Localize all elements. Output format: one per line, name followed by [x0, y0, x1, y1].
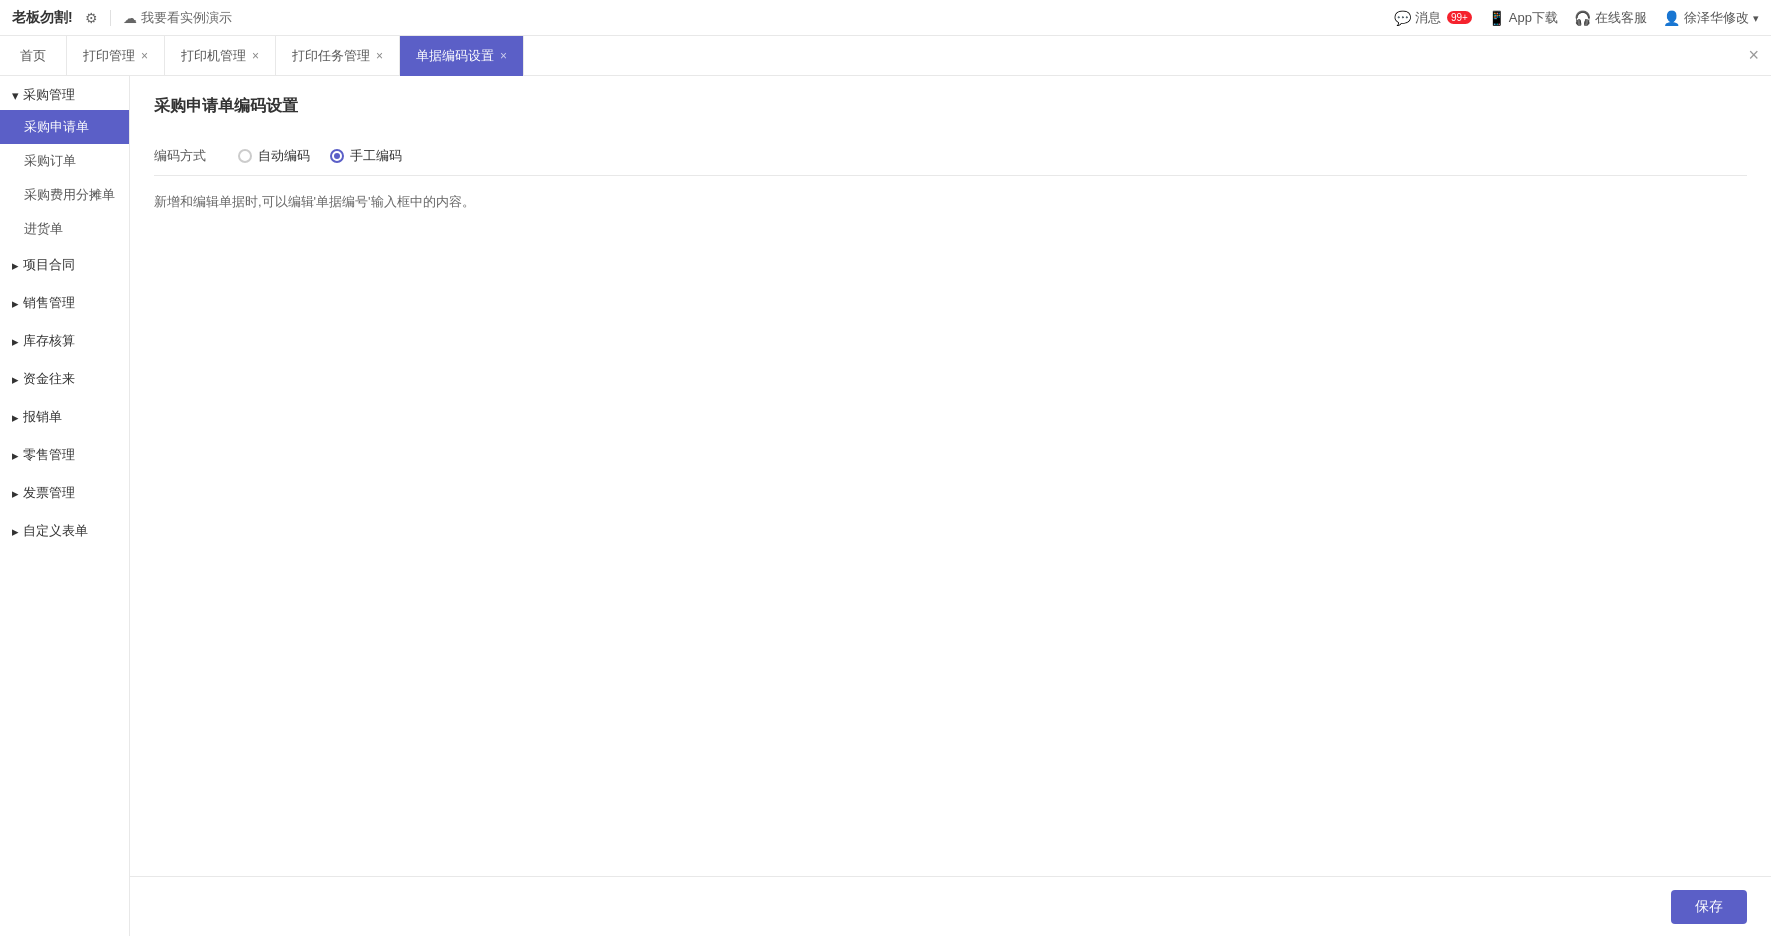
arrow-right-icon	[12, 372, 19, 387]
close-tab-print-mgmt[interactable]	[141, 49, 148, 63]
sidebar-group-project-contract[interactable]: 项目合同	[0, 246, 129, 284]
online-service-button[interactable]: 在线客服	[1574, 9, 1647, 27]
sidebar-item-purchase-expense[interactable]: 采购费用分摊单	[0, 178, 129, 212]
arrow-right-icon	[12, 524, 19, 539]
sidebar-item-purchase-order[interactable]: 采购订单	[0, 144, 129, 178]
main-layout: 采购管理 采购申请单 采购订单 采购费用分摊单 进货单 项目合同 销售管理 库存…	[0, 76, 1771, 936]
encoding-label: 编码方式	[154, 147, 214, 165]
close-tab-barcode-setting[interactable]	[500, 49, 507, 63]
radio-circle-auto	[238, 149, 252, 163]
sidebar-item-stock-in[interactable]: 进货单	[0, 212, 129, 246]
user-icon	[1663, 10, 1680, 26]
sidebar-group-invoice[interactable]: 发票管理	[0, 474, 129, 512]
close-tab-print-task[interactable]	[376, 49, 383, 63]
content-inner: 采购申请单编码设置 编码方式 自动编码 手工编码	[130, 76, 1771, 876]
content-footer: 保存	[130, 876, 1771, 936]
top-bar: 老板勿割! 我要看实例演示 消息 99+ App下载 在线客服 徐泽华修改	[0, 0, 1771, 36]
arrow-right-icon	[12, 448, 19, 463]
close-tab-printer-mgmt[interactable]	[252, 49, 259, 63]
tab-bar: 首页 打印管理 打印机管理 打印任务管理 单据编码设置 ×	[0, 36, 1771, 76]
page-title: 采购申请单编码设置	[154, 96, 1747, 117]
encoding-method-row: 编码方式 自动编码 手工编码	[154, 137, 1747, 176]
message-icon	[1394, 10, 1411, 26]
app-logo: 老板勿割!	[12, 9, 73, 27]
close-all-tabs-button[interactable]: ×	[1748, 45, 1759, 66]
service-icon	[1574, 10, 1591, 26]
arrow-down-icon	[12, 88, 19, 103]
tab-home[interactable]: 首页	[0, 36, 67, 76]
user-menu[interactable]: 徐泽华修改	[1663, 9, 1759, 27]
app-icon	[1488, 10, 1505, 26]
radio-circle-manual	[330, 149, 344, 163]
radio-manual-encoding[interactable]: 手工编码	[330, 147, 402, 165]
sidebar-group-retail[interactable]: 零售管理	[0, 436, 129, 474]
cloud-icon	[123, 10, 137, 26]
app-download-button[interactable]: App下载	[1488, 9, 1558, 27]
sidebar-group-sales-mgmt[interactable]: 销售管理	[0, 284, 129, 322]
radio-auto-encoding[interactable]: 自动编码	[238, 147, 310, 165]
encoding-radio-group: 自动编码 手工编码	[238, 147, 402, 165]
tab-print-task[interactable]: 打印任务管理	[276, 36, 400, 76]
sidebar-group-returns[interactable]: 报销单	[0, 398, 129, 436]
hint-text: 新增和编辑单据时,可以编辑'单据编号'输入框中的内容。	[154, 192, 1747, 213]
top-bar-right: 消息 99+ App下载 在线客服 徐泽华修改	[1394, 9, 1759, 27]
message-badge: 99+	[1447, 11, 1472, 24]
sidebar-group-fund[interactable]: 资金往来	[0, 360, 129, 398]
sidebar-group-inventory[interactable]: 库存核算	[0, 322, 129, 360]
arrow-right-icon	[12, 296, 19, 311]
sidebar-item-purchase-request[interactable]: 采购申请单	[0, 110, 129, 144]
settings-icon[interactable]	[85, 10, 98, 26]
message-button[interactable]: 消息 99+	[1394, 9, 1472, 27]
top-bar-demo[interactable]: 我要看实例演示	[123, 9, 232, 27]
save-button[interactable]: 保存	[1671, 890, 1747, 924]
arrow-right-icon	[12, 410, 19, 425]
sidebar-group-purchase-mgmt[interactable]: 采购管理	[0, 76, 129, 110]
tab-bar-actions: ×	[524, 45, 1771, 66]
tab-barcode-setting[interactable]: 单据编码设置	[400, 36, 524, 76]
top-bar-left: 老板勿割! 我要看实例演示	[12, 9, 232, 27]
sidebar: 采购管理 采购申请单 采购订单 采购费用分摊单 进货单 项目合同 销售管理 库存…	[0, 76, 130, 936]
sidebar-group-custom-form[interactable]: 自定义表单	[0, 512, 129, 550]
tab-printer-mgmt[interactable]: 打印机管理	[165, 36, 276, 76]
arrow-right-icon	[12, 258, 19, 273]
arrow-right-icon	[12, 334, 19, 349]
arrow-right-icon	[12, 486, 19, 501]
tab-print-mgmt[interactable]: 打印管理	[67, 36, 165, 76]
content-area: 采购申请单编码设置 编码方式 自动编码 手工编码	[130, 76, 1771, 936]
chevron-down-icon	[1753, 10, 1759, 25]
